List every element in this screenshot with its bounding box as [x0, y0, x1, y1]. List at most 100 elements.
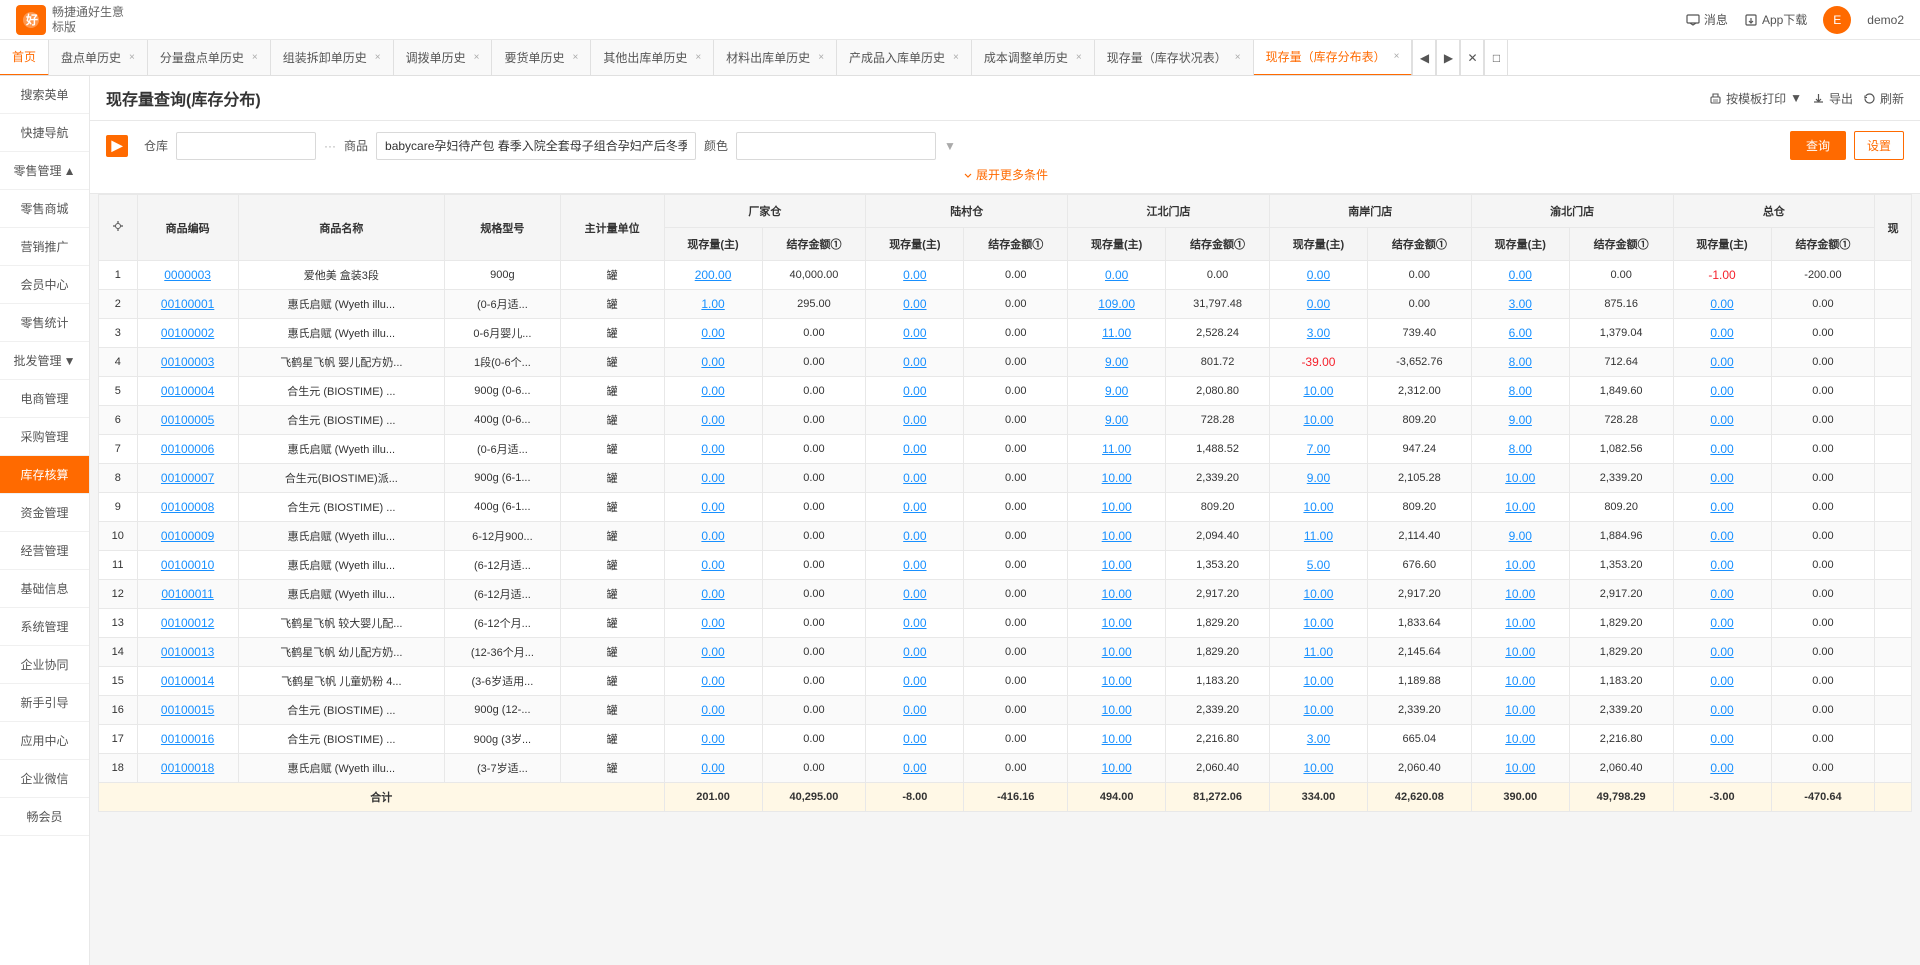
cell-yubei-amt: 2,917.20: [1569, 580, 1673, 609]
th-spec: 规格型号: [444, 195, 560, 261]
total-total-qty: -3.00: [1673, 783, 1771, 812]
cell-yubei-amt: 1,849.60: [1569, 377, 1673, 406]
cell-lucun-qty: 0.00: [866, 261, 964, 290]
tab-close-combo[interactable]: ×: [375, 52, 381, 63]
tab-stocktake[interactable]: 盘点单历史 ×: [49, 40, 148, 76]
tab-other-out[interactable]: 其他出库单历史 ×: [591, 40, 714, 76]
tab-purchase[interactable]: 要货单历史 ×: [492, 40, 591, 76]
cell-yubei-qty: 10.00: [1471, 754, 1569, 783]
tab-transfer[interactable]: 调拨单历史 ×: [394, 40, 493, 76]
tab-home[interactable]: 首页: [0, 40, 49, 76]
topbar-right: 消息 App下载 E demo2: [1686, 6, 1904, 34]
sidebar-item-search[interactable]: 搜索英单: [0, 76, 89, 114]
sidebar-item-marketing[interactable]: 营销推广: [0, 228, 89, 266]
cell-total-amt: 0.00: [1771, 406, 1875, 435]
tab-close-stocktake[interactable]: ×: [129, 52, 135, 63]
cell-total-amt: 0.00: [1771, 290, 1875, 319]
sidebar-item-wholesale[interactable]: 批发管理 ▼: [0, 342, 89, 380]
sidebar-item-operations[interactable]: 经营管理: [0, 532, 89, 570]
expand-btn[interactable]: ▶: [106, 135, 128, 157]
sidebar-item-purchase[interactable]: 采购管理: [0, 418, 89, 456]
cell-jiangbei-qty: 10.00: [1068, 551, 1166, 580]
app-download-btn[interactable]: App下载: [1744, 11, 1807, 28]
tab-close-stock-dist[interactable]: ×: [1394, 51, 1400, 62]
warehouse-dots[interactable]: ···: [324, 139, 336, 153]
query-btn[interactable]: 查询: [1790, 131, 1846, 160]
cell-total-qty: 0.00: [1673, 493, 1771, 522]
tab-material-out[interactable]: 材料出库单历史 ×: [714, 40, 837, 76]
tab-close-purchase[interactable]: ×: [572, 52, 578, 63]
sidebar-item-ecommerce[interactable]: 电商管理: [0, 380, 89, 418]
cell-factory-qty: 0.00: [664, 435, 762, 464]
tab-close-stock-status[interactable]: ×: [1235, 52, 1241, 63]
message-btn[interactable]: 消息: [1686, 11, 1728, 28]
cell-current: [1875, 348, 1912, 377]
cell-name: 合生元 (BIOSTIME) ...: [238, 725, 444, 754]
tab-close-product-in[interactable]: ×: [953, 52, 959, 63]
table-total-row: 合计 201.00 40,295.00 -8.00 -416.16 494.00…: [99, 783, 1912, 812]
table-row: 8 00100007 合生元(BIOSTIME)派... 900g (6-1..…: [99, 464, 1912, 493]
cell-code: 00100010: [137, 551, 238, 580]
cell-no: 9: [99, 493, 138, 522]
th-yubei-amt: 结存金额①: [1569, 228, 1673, 261]
cell-yubei-qty: 8.00: [1471, 435, 1569, 464]
tab-stock-status[interactable]: 现存量（库存状况表） ×: [1095, 40, 1254, 76]
tab-close-all-btn[interactable]: ✕: [1460, 40, 1484, 76]
chevron-up-icon: ▲: [64, 164, 76, 178]
sidebar-item-retail-mgmt[interactable]: 零售管理 ▲: [0, 152, 89, 190]
tab-close-material-out[interactable]: ×: [818, 52, 824, 63]
cell-nanan-amt: 665.04: [1368, 725, 1472, 754]
sidebar-item-enterprise[interactable]: 企业协同: [0, 646, 89, 684]
tab-close-cost[interactable]: ×: [1076, 52, 1082, 63]
sidebar-item-retail-stats[interactable]: 零售统计: [0, 304, 89, 342]
cell-lucun-amt: 0.00: [964, 667, 1068, 696]
expand-more-btn[interactable]: 展开更多条件: [106, 166, 1904, 183]
export-btn[interactable]: 导出: [1812, 90, 1853, 107]
sidebar-item-guide[interactable]: 新手引导: [0, 684, 89, 722]
cell-nanan-qty: 10.00: [1269, 754, 1367, 783]
sidebar-item-system[interactable]: 系统管理: [0, 608, 89, 646]
goods-input[interactable]: [376, 132, 696, 160]
cell-jiangbei-amt: 1,183.20: [1166, 667, 1270, 696]
tab-stock-dist[interactable]: 现存量（库存分布表） ×: [1254, 40, 1413, 76]
sidebar-item-member-vip[interactable]: 畅会员: [0, 798, 89, 836]
color-input[interactable]: [736, 132, 936, 160]
tab-cost-adjust[interactable]: 成本调整单历史 ×: [972, 40, 1095, 76]
sidebar-item-basic-info[interactable]: 基础信息: [0, 570, 89, 608]
warehouse-input[interactable]: [176, 132, 316, 160]
sidebar-item-finance[interactable]: 资金管理: [0, 494, 89, 532]
sidebar-item-retail-mall[interactable]: 零售商城: [0, 190, 89, 228]
settings-btn[interactable]: 设置: [1854, 131, 1904, 160]
refresh-btn[interactable]: 刷新: [1863, 90, 1904, 107]
th-lucun-qty: 现存量(主): [866, 228, 964, 261]
sidebar-item-member[interactable]: 会员中心: [0, 266, 89, 304]
avatar[interactable]: E: [1823, 6, 1851, 34]
cell-current: [1875, 638, 1912, 667]
sidebar-item-enterprise-wx[interactable]: 企业微信: [0, 760, 89, 798]
color-dropdown-icon[interactable]: ▼: [944, 139, 956, 153]
sidebar-item-inventory[interactable]: 库存核算: [0, 456, 89, 494]
cell-jiangbei-amt: 2,917.20: [1166, 580, 1270, 609]
username: demo2: [1867, 13, 1904, 27]
tab-close-branch[interactable]: ×: [252, 52, 258, 63]
cell-total-qty: 0.00: [1673, 667, 1771, 696]
tab-expand-btn[interactable]: □: [1484, 40, 1508, 76]
chevron-down-icon: ▼: [64, 354, 76, 368]
cell-lucun-qty: 0.00: [866, 290, 964, 319]
tab-product-in[interactable]: 产成品入库单历史 ×: [837, 40, 972, 76]
tab-next-btn[interactable]: ▶: [1436, 40, 1460, 76]
print-btn[interactable]: 按模板打印 ▼: [1709, 90, 1802, 107]
tab-branch-stocktake[interactable]: 分量盘点单历史 ×: [148, 40, 271, 76]
cell-lucun-amt: 0.00: [964, 725, 1068, 754]
sidebar-item-app-center[interactable]: 应用中心: [0, 722, 89, 760]
tab-combo[interactable]: 组装拆卸单历史 ×: [271, 40, 394, 76]
th-yubei-qty: 现存量(主): [1471, 228, 1569, 261]
sidebar-item-quick-nav[interactable]: 快捷导航: [0, 114, 89, 152]
content-area: 现存量查询(库存分布) 按模板打印 ▼ 导出 刷新 ▶: [90, 76, 1920, 965]
tab-close-other-out[interactable]: ×: [695, 52, 701, 63]
cell-lucun-qty: 0.00: [866, 551, 964, 580]
tab-close-transfer[interactable]: ×: [474, 52, 480, 63]
tab-prev-btn[interactable]: ◀: [1412, 40, 1436, 76]
cell-current: [1875, 754, 1912, 783]
th-settings[interactable]: [99, 195, 138, 261]
